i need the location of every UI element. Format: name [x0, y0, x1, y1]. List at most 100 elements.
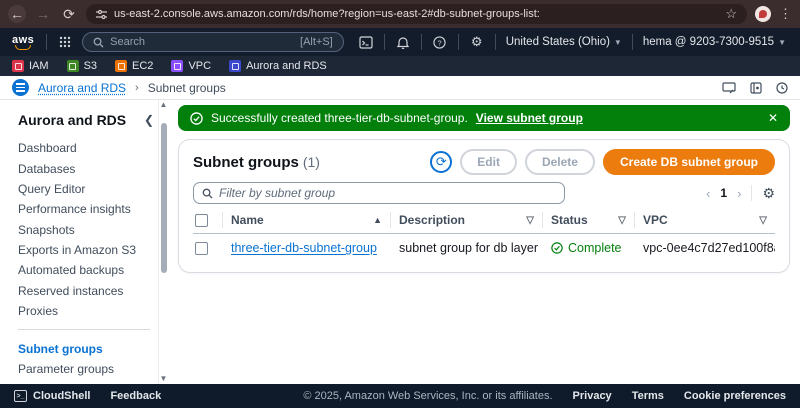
terms-link[interactable]: Terms: [632, 390, 664, 402]
page-number[interactable]: 1: [720, 186, 727, 200]
breadcrumb-bar: Aurora and RDS › Subnet groups: [0, 76, 800, 100]
delete-button[interactable]: Delete: [524, 149, 595, 175]
sidebar-item-query-editor[interactable]: Query Editor: [18, 179, 168, 199]
favorite-aurora-rds[interactable]: Aurora and RDS: [229, 60, 327, 72]
edit-button[interactable]: Edit: [460, 149, 517, 175]
region-selector[interactable]: United States (Ohio) ▼: [502, 36, 626, 48]
status-badge: Complete: [551, 241, 627, 255]
favorite-s3[interactable]: S3: [66, 60, 97, 72]
sidebar-item-dashboard[interactable]: Dashboard: [18, 138, 168, 158]
column-header-vpc[interactable]: VPC ▽: [635, 212, 775, 228]
main-content: Successfully created three-tier-db-subne…: [168, 100, 800, 384]
filter-input[interactable]: Filter by subnet group: [193, 182, 565, 204]
panel-title: Subnet groups: [193, 153, 299, 171]
filter-placeholder: Filter by subnet group: [219, 186, 336, 200]
select-all-checkbox[interactable]: [195, 213, 208, 227]
browser-profile-avatar[interactable]: [755, 6, 771, 22]
clock-icon[interactable]: [776, 81, 788, 94]
aws-top-nav: aws Search [Alt+S] ? ⚙ United States (Oh…: [0, 28, 800, 56]
sidebar-item-snapshots[interactable]: Snapshots: [18, 220, 168, 240]
svg-text:?: ?: [438, 38, 442, 47]
scroll-down-icon[interactable]: ▼: [160, 375, 168, 383]
rds-service-icon: [229, 60, 242, 72]
row-checkbox[interactable]: [195, 241, 208, 255]
copyright-text: © 2025, Amazon Web Services, Inc. or its…: [303, 390, 553, 402]
favorite-ec2[interactable]: EC2: [115, 60, 153, 72]
search-icon: [93, 37, 104, 48]
column-header-status[interactable]: Status ▽: [543, 212, 635, 228]
favorite-vpc[interactable]: VPC: [171, 60, 211, 72]
sidebar-scrollbar[interactable]: ▲ ▼: [158, 100, 168, 384]
search-icon: [202, 188, 213, 199]
create-db-subnet-group-button[interactable]: Create DB subnet group: [602, 149, 775, 175]
sidebar-item-subnet-groups[interactable]: Subnet groups: [18, 338, 168, 358]
services-grid-icon[interactable]: [57, 32, 72, 52]
sidebar-item-parameter-groups[interactable]: Parameter groups: [18, 359, 168, 379]
cloudshell-footer-button[interactable]: >_ CloudShell: [14, 390, 90, 402]
sidebar-item-performance-insights[interactable]: Performance insights: [18, 199, 168, 219]
sidebar-item-databases[interactable]: Databases: [18, 158, 168, 178]
iam-service-icon: [12, 60, 24, 72]
browser-reload-icon[interactable]: ⟳: [60, 5, 78, 23]
view-subnet-group-link[interactable]: View subnet group: [476, 111, 583, 125]
account-menu[interactable]: hema @ 9203-7300-9515 ▼: [639, 36, 790, 48]
unified-search-input[interactable]: Search [Alt+S]: [82, 32, 344, 52]
search-placeholder: Search: [110, 36, 146, 48]
cookie-preferences-link[interactable]: Cookie preferences: [684, 390, 786, 402]
site-settings-icon[interactable]: [96, 9, 107, 20]
scroll-up-icon[interactable]: ▲: [160, 101, 168, 109]
table-row: three-tier-db-subnet-group subnet group …: [193, 234, 775, 264]
service-sidebar: Aurora and RDS ❮ Dashboard Databases Que…: [0, 100, 168, 408]
browser-menu-icon[interactable]: ⋮: [779, 6, 792, 22]
prev-page-icon[interactable]: ‹: [706, 186, 710, 201]
row-description: subnet group for db layer: [399, 241, 538, 255]
subnet-groups-panel: Subnet groups (1) ⟳ Edit Delete Create D…: [178, 139, 790, 273]
table-preferences-icon[interactable]: ⚙: [762, 185, 775, 202]
favorite-iam[interactable]: IAM: [12, 60, 49, 72]
breadcrumb-root-link[interactable]: Aurora and RDS: [38, 81, 126, 95]
subnet-group-link[interactable]: three-tier-db-subnet-group: [231, 241, 377, 255]
breadcrumb-separator: ›: [135, 81, 139, 94]
ec2-service-icon: [115, 60, 128, 72]
help-icon[interactable]: ?: [428, 32, 452, 52]
success-banner: Successfully created three-tier-db-subne…: [178, 105, 790, 131]
side-menu-icon[interactable]: [12, 79, 29, 96]
favorites-bar: IAM S3 EC2 VPC Aurora and RDS: [0, 56, 800, 76]
sidebar-collapse-icon[interactable]: ❮: [144, 113, 154, 127]
filter-column-icon: ▽: [759, 214, 767, 226]
browser-forward-icon[interactable]: →: [34, 5, 52, 23]
vpc-service-icon: [171, 60, 184, 72]
bookmark-star-icon[interactable]: ☆: [725, 6, 737, 22]
browser-back-icon[interactable]: ←: [8, 5, 26, 23]
info-panel-icon[interactable]: [750, 81, 762, 94]
console-footer: >_ CloudShell Feedback © 2025, Amazon We…: [0, 384, 800, 408]
column-header-description[interactable]: Description ▽: [391, 212, 543, 228]
sidebar-item-exports-s3[interactable]: Exports in Amazon S3: [18, 240, 168, 260]
chevron-down-icon: ▼: [613, 37, 622, 47]
address-bar[interactable]: us-east-2.console.aws.amazon.com/rds/hom…: [86, 4, 747, 24]
privacy-link[interactable]: Privacy: [573, 390, 612, 402]
terminal-icon: >_: [14, 390, 27, 402]
settings-gear-icon[interactable]: ⚙: [465, 32, 489, 52]
sidebar-item-automated-backups[interactable]: Automated backups: [18, 260, 168, 280]
filter-column-icon: ▽: [526, 214, 534, 226]
aws-logo[interactable]: aws: [10, 34, 36, 50]
sidebar-item-reserved-instances[interactable]: Reserved instances: [18, 281, 168, 301]
browser-toolbar: ← → ⟳ us-east-2.console.aws.amazon.com/r…: [0, 0, 800, 28]
row-vpc: vpc-0ee4c7d27ed100f8a: [643, 241, 775, 255]
column-header-name[interactable]: Name ▲: [223, 212, 391, 228]
refresh-button[interactable]: ⟳: [430, 151, 453, 173]
cloudshell-launch-icon[interactable]: [722, 81, 736, 94]
next-page-icon[interactable]: ›: [737, 186, 741, 201]
status-check-icon: [551, 242, 563, 254]
panel-count: (1): [302, 154, 320, 170]
feedback-button[interactable]: Feedback: [110, 390, 161, 402]
sidebar-item-proxies[interactable]: Proxies: [18, 301, 168, 321]
notifications-bell-icon[interactable]: [391, 32, 415, 52]
scrollbar-thumb[interactable]: [160, 123, 167, 273]
filter-column-icon: ▽: [618, 214, 626, 226]
cloudshell-icon[interactable]: [354, 32, 378, 52]
close-icon[interactable]: ✕: [768, 111, 778, 125]
sidebar-divider: [18, 329, 150, 331]
chevron-down-icon: ▼: [778, 37, 787, 47]
